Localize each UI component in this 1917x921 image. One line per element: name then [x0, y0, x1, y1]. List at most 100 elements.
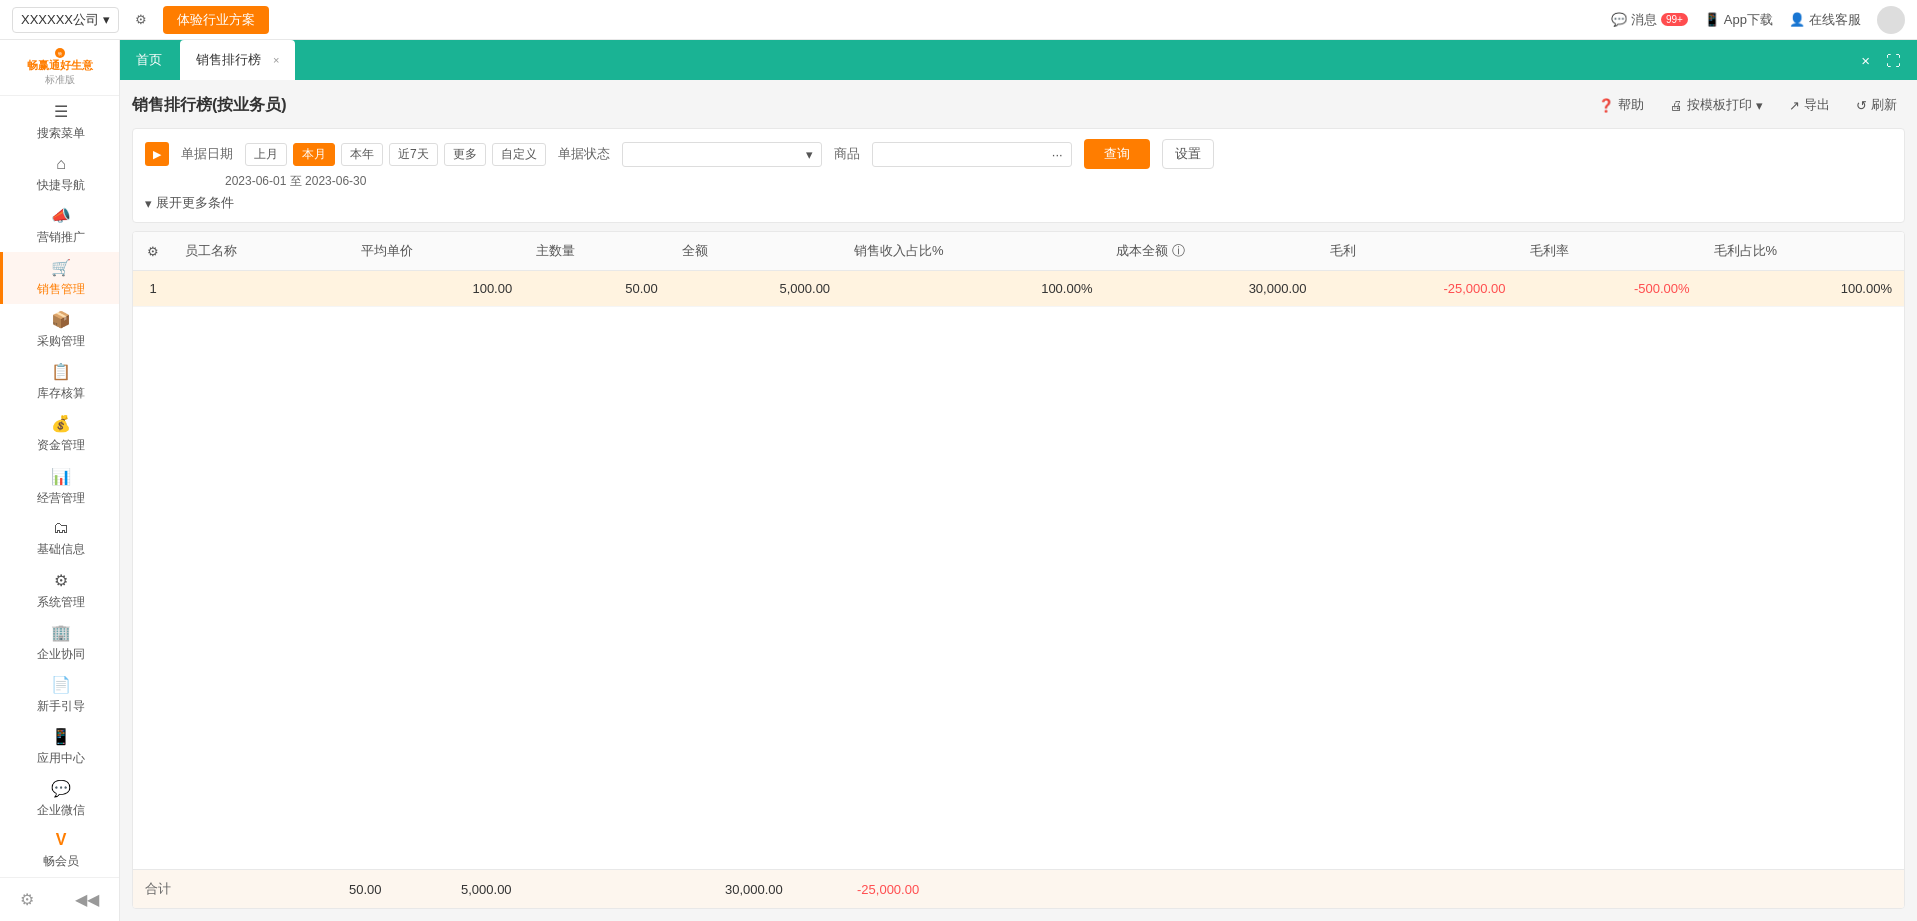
page-title: 销售排行榜(按业务员) — [132, 95, 287, 116]
sidebar-label-quick-nav: 快捷导航 — [37, 177, 85, 194]
sidebar-item-basic-info[interactable]: 🗂 基础信息 — [0, 513, 119, 565]
goods-filter-input[interactable]: ··· — [872, 142, 1072, 167]
collapse-icon[interactable]: ◀◀ — [71, 886, 103, 913]
filter-bar: ▶ 单据日期 上月 本月 本年 近7天 更多 自定义 单据状态 — [132, 128, 1905, 223]
sidebar-item-purchase[interactable]: 📦 采购管理 — [0, 304, 119, 356]
status-filter-label: 单据状态 — [558, 145, 610, 163]
avatar[interactable] — [1877, 6, 1905, 34]
footer-gross-profit: -25,000.00 — [857, 882, 977, 897]
col-name: 员工名称 — [173, 232, 349, 271]
logo-icon: 畅 — [42, 48, 78, 58]
col-total-amount: 全额 — [670, 232, 842, 271]
finance-icon: 💰 — [51, 414, 71, 433]
table-spacer — [133, 307, 1904, 869]
settings-icon[interactable]: ⚙ — [127, 6, 155, 34]
settings-button[interactable]: 设置 — [1162, 139, 1214, 169]
col-settings[interactable]: ⚙ — [133, 232, 173, 271]
tab-maximize-icon[interactable]: ⛶ — [1882, 48, 1905, 73]
date-btn-more[interactable]: 更多 — [444, 143, 486, 166]
cell-gross-ratio: 100.00% — [1702, 271, 1904, 307]
date-btn-last-month[interactable]: 上月 — [245, 143, 287, 166]
sidebar-item-operations[interactable]: 📊 经营管理 — [0, 460, 119, 512]
top-bar: XXXXXX公司 ▾ ⚙ 体验行业方案 💬 消息 99+ 📱 App下载 👤 在… — [0, 0, 1917, 40]
expand-conditions-btn[interactable]: ▾ 展开更多条件 — [145, 194, 1892, 212]
sidebar-item-guide[interactable]: 📄 新手引导 — [0, 669, 119, 721]
app-download-btn[interactable]: 📱 App下载 — [1704, 11, 1773, 29]
tab-home[interactable]: 首页 — [120, 40, 178, 80]
sidebar-label-basic-info: 基础信息 — [37, 541, 85, 558]
app-label: App下载 — [1724, 11, 1773, 29]
tab-close-icon[interactable]: × — [269, 52, 283, 68]
status-filter-select[interactable]: ▾ — [622, 142, 822, 167]
service-icon: 👤 — [1789, 12, 1805, 27]
message-btn[interactable]: 💬 消息 99+ — [1611, 11, 1688, 29]
tab-bar: 首页 销售排行榜 × × ⛶ — [120, 40, 1917, 80]
settings-bottom-icon[interactable]: ⚙ — [16, 886, 38, 913]
date-btn-this-year[interactable]: 本年 — [341, 143, 383, 166]
footer-cost-amount: 30,000.00 — [725, 882, 845, 897]
message-icon: 💬 — [1611, 12, 1627, 27]
help-button[interactable]: ❓ 帮助 — [1590, 92, 1652, 118]
sidebar-item-enterprise-collab[interactable]: 🏢 企业协同 — [0, 617, 119, 669]
page-header: 销售排行榜(按业务员) ❓ 帮助 🖨 按模板打印 ▾ ↗ 导出 — [132, 92, 1905, 118]
tab-close-all-icon[interactable]: × — [1857, 48, 1874, 73]
sidebar-item-quick-nav[interactable]: ⌂ 快捷导航 — [0, 148, 119, 200]
sidebar-label-member: 畅会员 — [43, 853, 79, 870]
guide-icon: 📄 — [51, 675, 71, 694]
sidebar-logo: 畅 畅赢通好生意 标准版 — [0, 40, 119, 96]
sidebar-label-inventory: 库存核算 — [37, 385, 85, 402]
page-content: 销售排行榜(按业务员) ❓ 帮助 🖨 按模板打印 ▾ ↗ 导出 — [120, 80, 1917, 921]
refresh-button[interactable]: ↺ 刷新 — [1848, 92, 1905, 118]
help-icon: ❓ — [1598, 98, 1614, 113]
sidebar-label-wechat: 企业微信 — [37, 802, 85, 819]
print-button[interactable]: 🖨 按模板打印 ▾ — [1662, 92, 1771, 118]
data-table: ⚙ 员工名称 平均单价 主数量 全额 销售收入占比% 成本全额 ⓘ 毛利 毛利率… — [133, 232, 1904, 307]
col-cost-amount: 成本全额 ⓘ — [1104, 232, 1318, 271]
cell-main-qty: 50.00 — [524, 271, 670, 307]
trial-button[interactable]: 体验行业方案 — [163, 6, 269, 34]
sidebar-item-wechat[interactable]: 💬 企业微信 — [0, 773, 119, 825]
top-bar-left: XXXXXX公司 ▾ ⚙ 体验行业方案 — [12, 6, 269, 34]
sidebar-item-sales[interactable]: 🛒 销售管理 — [0, 252, 119, 304]
app-icon: 📱 — [1704, 12, 1720, 27]
sidebar-item-system[interactable]: ⚙ 系统管理 — [0, 565, 119, 617]
sidebar-item-member[interactable]: V 畅会员 — [0, 825, 119, 877]
export-icon: ↗ — [1789, 98, 1800, 113]
print-icon: 🖨 — [1670, 98, 1683, 113]
service-label: 在线客服 — [1809, 11, 1861, 29]
table-footer: 合计 50.00 5,000.00 30,000.00 -25,000.00 — [133, 869, 1904, 908]
query-button[interactable]: 查询 — [1084, 139, 1150, 169]
company-selector[interactable]: XXXXXX公司 ▾ — [12, 7, 119, 33]
footer-total-amount: 5,000.00 — [461, 882, 581, 897]
cell-name — [173, 271, 349, 307]
tab-sales-ranking[interactable]: 销售排行榜 × — [180, 40, 295, 80]
sidebar-item-finance[interactable]: 💰 资金管理 — [0, 408, 119, 460]
logo-name: 畅赢通好生意 — [27, 58, 93, 73]
sidebar-item-marketing[interactable]: 📣 营销推广 — [0, 200, 119, 252]
footer-main-qty: 50.00 — [349, 882, 449, 897]
table-row: 1 100.00 50.00 5,000.00 100.00% 30,000.0… — [133, 271, 1904, 307]
inventory-icon: 📋 — [51, 362, 71, 381]
sales-icon: 🛒 — [51, 258, 71, 277]
date-btn-custom[interactable]: 自定义 — [492, 143, 546, 166]
filter-row: ▶ 单据日期 上月 本月 本年 近7天 更多 自定义 单据状态 — [145, 139, 1892, 169]
filter-toggle-btn[interactable]: ▶ — [145, 142, 169, 166]
goods-filter-label: 商品 — [834, 145, 860, 163]
date-btn-this-month[interactable]: 本月 — [293, 143, 335, 166]
sidebar-item-search-order[interactable]: ☰ 搜索菜单 — [0, 96, 119, 148]
date-btn-7days[interactable]: 近7天 — [389, 143, 438, 166]
cell-sales-ratio: 100.00% — [842, 271, 1104, 307]
cell-gross-profit: -25,000.00 — [1318, 271, 1517, 307]
export-button[interactable]: ↗ 导出 — [1781, 92, 1838, 118]
sidebar-label-finance: 资金管理 — [37, 437, 85, 454]
sidebar-label-operations: 经营管理 — [37, 490, 85, 507]
cell-cost-amount: 30,000.00 — [1104, 271, 1318, 307]
search-order-icon: ☰ — [54, 102, 68, 121]
online-service-btn[interactable]: 👤 在线客服 — [1789, 11, 1861, 29]
col-avg-price: 平均单价 — [349, 232, 525, 271]
sidebar-item-inventory[interactable]: 📋 库存核算 — [0, 356, 119, 408]
sidebar-label-purchase: 采购管理 — [37, 333, 85, 350]
footer-label: 合计 — [145, 880, 205, 898]
sidebar: 畅 畅赢通好生意 标准版 ☰ 搜索菜单 ⌂ 快捷导航 📣 营销推广 🛒 销售管理… — [0, 40, 120, 921]
sidebar-item-app-center[interactable]: 📱 应用中心 — [0, 721, 119, 773]
